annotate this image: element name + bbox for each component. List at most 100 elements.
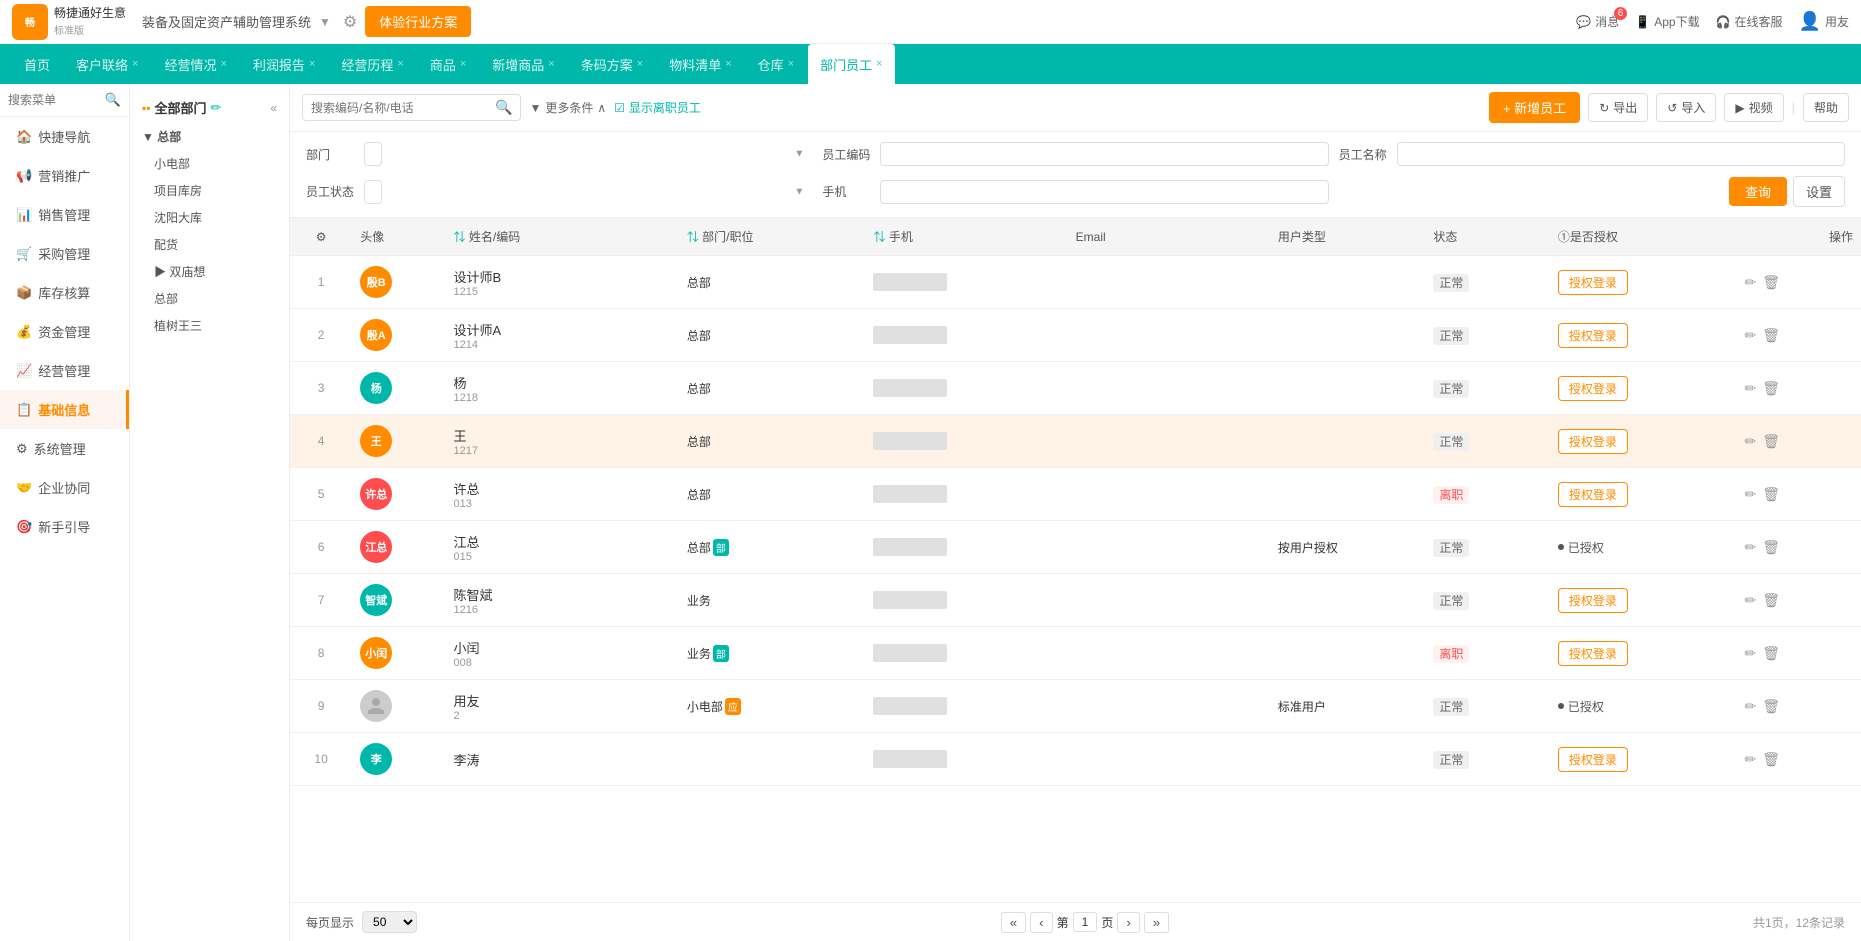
- close-icon[interactable]: ×: [637, 58, 643, 70]
- tab-barcode[interactable]: 条码方案×: [569, 44, 655, 84]
- dept-item-xiaodian[interactable]: 小电部: [134, 150, 285, 177]
- edit-icon[interactable]: ✏: [1744, 645, 1756, 662]
- th-settings[interactable]: ⚙: [290, 218, 352, 256]
- show-resigned-toggle[interactable]: ☑ 显示离职员工: [614, 99, 701, 116]
- th-dept[interactable]: ⇅ 部门/职位: [679, 218, 866, 256]
- edit-icon[interactable]: ✏: [1744, 698, 1756, 715]
- tab-warehouse[interactable]: 仓库×: [746, 44, 806, 84]
- auth-login-button[interactable]: 授权登录: [1558, 747, 1628, 772]
- delete-icon[interactable]: 🗑: [1762, 274, 1780, 291]
- edit-icon[interactable]: ✏: [1744, 592, 1756, 609]
- dept-item-zongbu[interactable]: ▼ 总部: [134, 123, 285, 150]
- edit-icon[interactable]: ✏: [1744, 751, 1756, 768]
- delete-icon[interactable]: 🗑: [1762, 433, 1780, 450]
- close-icon[interactable]: ×: [397, 58, 403, 70]
- export-button[interactable]: ↻ 导出: [1588, 93, 1648, 122]
- sidebar-item-marketing[interactable]: 📢 营销推广: [0, 156, 129, 195]
- last-page-btn[interactable]: »: [1144, 912, 1169, 933]
- close-icon[interactable]: ×: [460, 58, 466, 70]
- msg-item[interactable]: 💬 6 消息: [1576, 13, 1619, 30]
- edit-icon[interactable]: ✏: [1744, 539, 1756, 556]
- query-button[interactable]: 查询: [1729, 177, 1787, 206]
- delete-icon[interactable]: 🗑: [1762, 698, 1780, 715]
- close-icon[interactable]: ×: [220, 58, 226, 70]
- view-button[interactable]: ▶ 视频: [1724, 93, 1783, 122]
- phone-input[interactable]: [880, 180, 1328, 204]
- delete-icon[interactable]: 🗑: [1762, 592, 1780, 609]
- sidebar-item-collab[interactable]: 🤝 企业协同: [0, 468, 129, 507]
- dept-item-project[interactable]: 项目库房: [134, 177, 285, 204]
- th-name[interactable]: ⇅ 姓名/编码: [446, 218, 679, 256]
- tab-customer[interactable]: 客户联络×: [64, 44, 150, 84]
- import-button[interactable]: ↺ 导入: [1656, 93, 1716, 122]
- dept-select[interactable]: [364, 142, 382, 166]
- tab-history[interactable]: 经营历程×: [329, 44, 415, 84]
- close-icon[interactable]: ×: [788, 58, 794, 70]
- sidebar-item-system[interactable]: ⚙ 系统管理: [0, 429, 129, 468]
- delete-icon[interactable]: 🗑: [1762, 751, 1780, 768]
- setting-button[interactable]: 设置: [1793, 176, 1845, 207]
- add-employee-button[interactable]: + 新增员工: [1489, 92, 1580, 123]
- edit-icon[interactable]: ✏: [1744, 327, 1756, 344]
- tab-home[interactable]: 首页: [12, 44, 62, 84]
- more-conditions-btn[interactable]: ▼ 更多条件 ∧: [529, 99, 606, 116]
- tab-profit[interactable]: 利润报告×: [241, 44, 327, 84]
- dept-item-zhishu[interactable]: 植树王三: [134, 312, 285, 339]
- tab-add-goods[interactable]: 新增商品×: [480, 44, 566, 84]
- close-icon[interactable]: ×: [132, 58, 138, 70]
- auth-login-button[interactable]: 授权登录: [1558, 641, 1628, 666]
- close-icon[interactable]: ×: [876, 58, 882, 70]
- emp-code-input[interactable]: [880, 142, 1328, 166]
- auth-login-button[interactable]: 授权登录: [1558, 429, 1628, 454]
- auth-login-button[interactable]: 授权登录: [1558, 482, 1628, 507]
- sidebar-item-inventory[interactable]: 📦 库存核算: [0, 273, 129, 312]
- emp-status-select[interactable]: [364, 180, 382, 204]
- auth-login-button[interactable]: 授权登录: [1558, 588, 1628, 613]
- tab-material[interactable]: 物料清单×: [657, 44, 743, 84]
- tab-employee[interactable]: 部门员工×: [808, 44, 894, 84]
- edit-icon[interactable]: ✏: [1744, 380, 1756, 397]
- settings-icon[interactable]: ⚙: [343, 12, 357, 32]
- dept-item-shenyang[interactable]: 沈阳大库: [134, 204, 285, 231]
- tab-goods[interactable]: 商品×: [418, 44, 478, 84]
- close-icon[interactable]: ×: [725, 58, 731, 70]
- delete-icon[interactable]: 🗑: [1762, 645, 1780, 662]
- dept-item-shuangmiao[interactable]: ▶ 双庙想: [134, 258, 285, 285]
- th-phone[interactable]: ⇅ 手机: [865, 218, 1067, 256]
- edit-icon[interactable]: ✏: [1744, 274, 1756, 291]
- delete-icon[interactable]: 🗑: [1762, 380, 1780, 397]
- sidebar-item-basic[interactable]: 📋 基础信息: [0, 390, 129, 429]
- app-download-item[interactable]: 📱 App下载: [1635, 13, 1699, 30]
- edit-icon[interactable]: ✏: [1744, 433, 1756, 450]
- auth-login-button[interactable]: 授权登录: [1558, 323, 1628, 348]
- online-service-item[interactable]: 🎧 在线客服: [1716, 13, 1783, 30]
- emp-name-input[interactable]: [1397, 142, 1845, 166]
- search-menu-input[interactable]: [8, 93, 101, 107]
- sidebar-item-guide[interactable]: 🎯 新手引导: [0, 507, 129, 546]
- sidebar-item-purchase[interactable]: 🛒 采购管理: [0, 234, 129, 273]
- help-button[interactable]: 帮助: [1803, 93, 1849, 122]
- prev-page-btn[interactable]: ‹: [1030, 912, 1052, 933]
- user-item[interactable]: 👤 用友: [1799, 11, 1849, 32]
- dept-collapse-btn[interactable]: «: [270, 101, 277, 115]
- dept-item-zongbu2[interactable]: 总部: [134, 285, 285, 312]
- dropdown-icon[interactable]: ▼: [319, 15, 331, 29]
- next-page-btn[interactable]: ›: [1117, 912, 1139, 933]
- delete-icon[interactable]: 🗑: [1762, 539, 1780, 556]
- tab-operation[interactable]: 经营情况×: [152, 44, 238, 84]
- auth-login-button[interactable]: 授权登录: [1558, 270, 1628, 295]
- first-page-btn[interactable]: «: [1001, 912, 1026, 933]
- auth-login-button[interactable]: 授权登录: [1558, 376, 1628, 401]
- edit-icon[interactable]: ✏: [1744, 486, 1756, 503]
- close-icon[interactable]: ×: [309, 58, 315, 70]
- sidebar-item-finance[interactable]: 💰 资金管理: [0, 312, 129, 351]
- search-input[interactable]: [311, 101, 491, 115]
- page-size-select[interactable]: 50 20 100: [362, 911, 417, 933]
- dept-item-peihuo[interactable]: 配货: [134, 231, 285, 258]
- delete-icon[interactable]: 🗑: [1762, 327, 1780, 344]
- sidebar-item-bizmanage[interactable]: 📈 经营管理: [0, 351, 129, 390]
- dept-edit-icon[interactable]: ✏: [211, 100, 222, 116]
- sidebar-item-quicknav[interactable]: 🏠 快捷导航: [0, 117, 129, 156]
- delete-icon[interactable]: 🗑: [1762, 486, 1780, 503]
- try-btn[interactable]: 体验行业方案: [365, 6, 471, 37]
